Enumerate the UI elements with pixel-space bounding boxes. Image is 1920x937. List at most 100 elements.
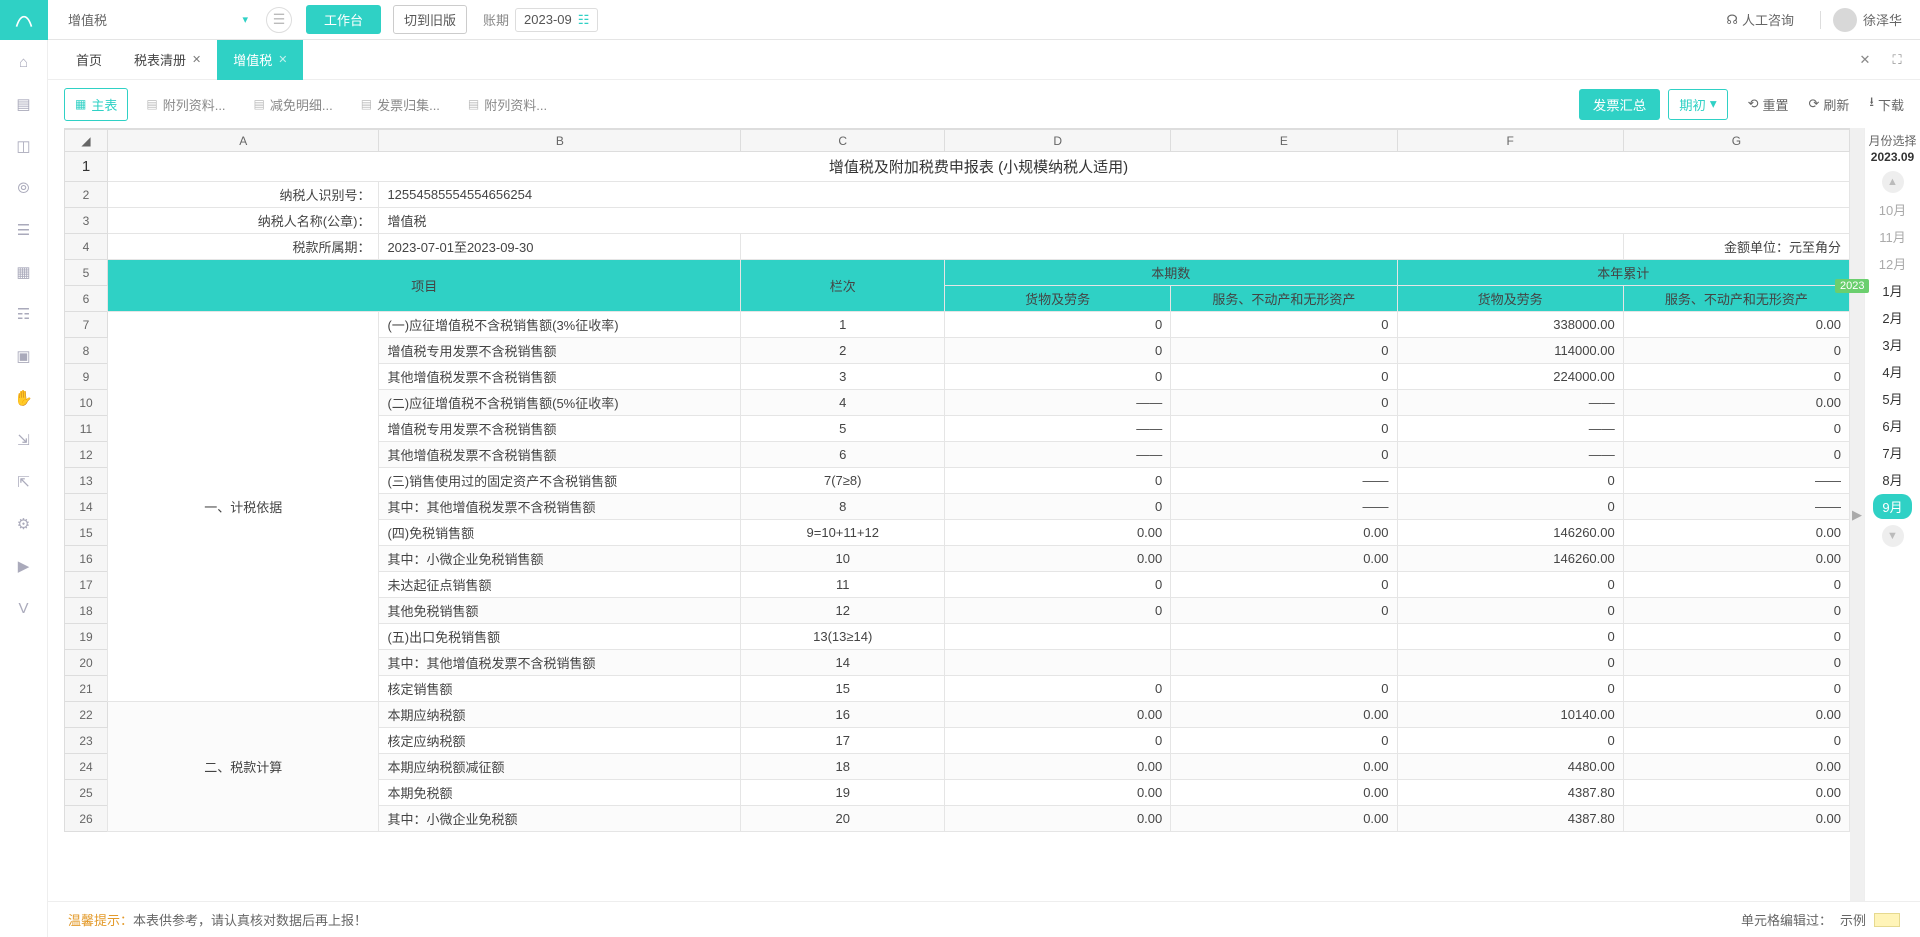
col-header[interactable]: A (107, 130, 378, 152)
month-item[interactable]: 8月 (1865, 467, 1920, 492)
user-menu[interactable]: 徐泽华 (1833, 8, 1902, 32)
refresh-button[interactable]: ⟳刷新 (1809, 95, 1850, 114)
item-cell[interactable]: (三)销售使用过的固定资产不含税销售额 (379, 468, 741, 494)
scroll-up-icon[interactable]: ▲ (1882, 171, 1904, 193)
row-number[interactable]: 1 (65, 152, 108, 182)
value-cell[interactable]: 0.00 (945, 520, 1171, 546)
row-number[interactable]: 11 (65, 416, 108, 442)
value-cell[interactable]: 0.00 (1623, 780, 1849, 806)
value-cell[interactable]: —— (1397, 442, 1623, 468)
col-index-cell[interactable]: 15 (741, 676, 945, 702)
value-cell[interactable]: 0.00 (1171, 546, 1397, 572)
value-cell[interactable]: 0 (945, 364, 1171, 390)
row-number[interactable]: 3 (65, 208, 108, 234)
col-index-cell[interactable]: 12 (741, 598, 945, 624)
value-cell[interactable]: 0.00 (1171, 520, 1397, 546)
gear-icon[interactable]: ⚙ (10, 510, 38, 538)
value-cell[interactable]: 0 (1397, 676, 1623, 702)
spreadsheet-scroll[interactable]: ◢ A B C D E F G 1增值税及附加税费申报表 (小规模纳税人适用) … (64, 128, 1850, 901)
value-cell[interactable]: 338000.00 (1397, 312, 1623, 338)
row-number[interactable]: 23 (65, 728, 108, 754)
value-cell[interactable]: 0 (1623, 572, 1849, 598)
value-cell[interactable]: 146260.00 (1397, 546, 1623, 572)
col-index-cell[interactable]: 14 (741, 650, 945, 676)
row-number[interactable]: 10 (65, 390, 108, 416)
close-all-icon[interactable]: ✕ (1854, 49, 1876, 71)
value-cell[interactable]: 10140.00 (1397, 702, 1623, 728)
value-cell[interactable]: 0 (1623, 676, 1849, 702)
col-index-cell[interactable]: 9=10+11+12 (741, 520, 945, 546)
col-index-cell[interactable]: 18 (741, 754, 945, 780)
month-item[interactable]: 9月 (1873, 494, 1912, 519)
value-cell[interactable]: 0 (1623, 598, 1849, 624)
value-cell[interactable]: 0 (1171, 416, 1397, 442)
value-cell[interactable]: 224000.00 (1397, 364, 1623, 390)
item-cell[interactable]: 其中：其他增值税发票不含税销售额 (379, 494, 741, 520)
col-index-cell[interactable]: 6 (741, 442, 945, 468)
company-selector[interactable]: 增值税 ▾ (58, 10, 258, 29)
value-cell[interactable]: —— (945, 390, 1171, 416)
col-index-cell[interactable]: 5 (741, 416, 945, 442)
doc-icon[interactable]: ▤ (10, 90, 38, 118)
row-number[interactable]: 15 (65, 520, 108, 546)
corner-cell[interactable]: ◢ (65, 130, 108, 152)
row-number[interactable]: 21 (65, 676, 108, 702)
value-cell[interactable]: 0.00 (1171, 806, 1397, 832)
report-icon[interactable]: ▦ (10, 258, 38, 286)
value-cell[interactable]: —— (1397, 416, 1623, 442)
value-cell[interactable]: —— (945, 442, 1171, 468)
subtab-attach2[interactable]: ▤附列资料... (458, 89, 557, 120)
value-cell[interactable]: 0 (1397, 468, 1623, 494)
row-number[interactable]: 9 (65, 364, 108, 390)
value-cell[interactable]: 0 (1623, 416, 1849, 442)
value-cell[interactable]: 0.00 (945, 546, 1171, 572)
reset-button[interactable]: ⟲重置 (1748, 95, 1789, 114)
month-item[interactable]: 5月 (1865, 386, 1920, 411)
bag-icon[interactable]: ⦾ (10, 174, 38, 202)
row-number[interactable]: 22 (65, 702, 108, 728)
month-item[interactable]: 4月 (1865, 359, 1920, 384)
row-number[interactable]: 4 (65, 234, 108, 260)
value-cell[interactable]: 0 (1171, 338, 1397, 364)
col-index-cell[interactable]: 7(7≥8) (741, 468, 945, 494)
month-item[interactable]: 10月 (1865, 197, 1920, 222)
item-cell[interactable]: 核定应纳税额 (379, 728, 741, 754)
row-number[interactable]: 8 (65, 338, 108, 364)
support-link[interactable]: ☊ 人工咨询 (1726, 10, 1794, 29)
value-cell[interactable]: 0 (1171, 572, 1397, 598)
value-cell[interactable]: 0.00 (1171, 702, 1397, 728)
workbench-button[interactable]: 工作台 (306, 5, 381, 34)
scroll-handle[interactable]: ▶ (1850, 128, 1864, 901)
value-cell[interactable] (945, 650, 1171, 676)
value-cell[interactable]: 0 (945, 572, 1171, 598)
item-cell[interactable]: 其中：小微企业免税额 (379, 806, 741, 832)
month-item[interactable]: 1月 (1865, 278, 1920, 303)
subtab-main[interactable]: ▦主表 (64, 88, 128, 121)
item-cell[interactable]: 其他增值税发票不含税销售额 (379, 364, 741, 390)
value-cell[interactable]: —— (1171, 494, 1397, 520)
item-cell[interactable]: (一)应征增值税不含税销售额(3%征收率) (379, 312, 741, 338)
value-cell[interactable]: 0 (1171, 390, 1397, 416)
value-cell[interactable]: 0.00 (945, 780, 1171, 806)
value-cell[interactable]: 0.00 (1623, 754, 1849, 780)
item-cell[interactable]: 增值税专用发票不含税销售额 (379, 416, 741, 442)
col-index-cell[interactable]: 13(13≥14) (741, 624, 945, 650)
col-index-cell[interactable]: 3 (741, 364, 945, 390)
value-cell[interactable]: 0 (945, 312, 1171, 338)
value-cell[interactable]: 0.00 (1623, 520, 1849, 546)
row-number[interactable]: 20 (65, 650, 108, 676)
tab-home[interactable]: 首页 (60, 40, 118, 80)
value-cell[interactable]: 0 (1623, 728, 1849, 754)
value-cell[interactable]: 0 (945, 598, 1171, 624)
value-cell[interactable]: 0 (1397, 598, 1623, 624)
value-cell[interactable] (1171, 650, 1397, 676)
notebook-icon[interactable]: ☰ (266, 7, 292, 33)
row-number[interactable]: 26 (65, 806, 108, 832)
subtab-reduce[interactable]: ▤减免明细... (244, 89, 343, 120)
row-number[interactable]: 7 (65, 312, 108, 338)
col-index-cell[interactable]: 4 (741, 390, 945, 416)
item-cell[interactable]: 本期应纳税额 (379, 702, 741, 728)
item-cell[interactable]: 其他免税销售额 (379, 598, 741, 624)
item-cell[interactable]: 其中：其他增值税发票不含税销售额 (379, 650, 741, 676)
month-item[interactable]: 6月 (1865, 413, 1920, 438)
